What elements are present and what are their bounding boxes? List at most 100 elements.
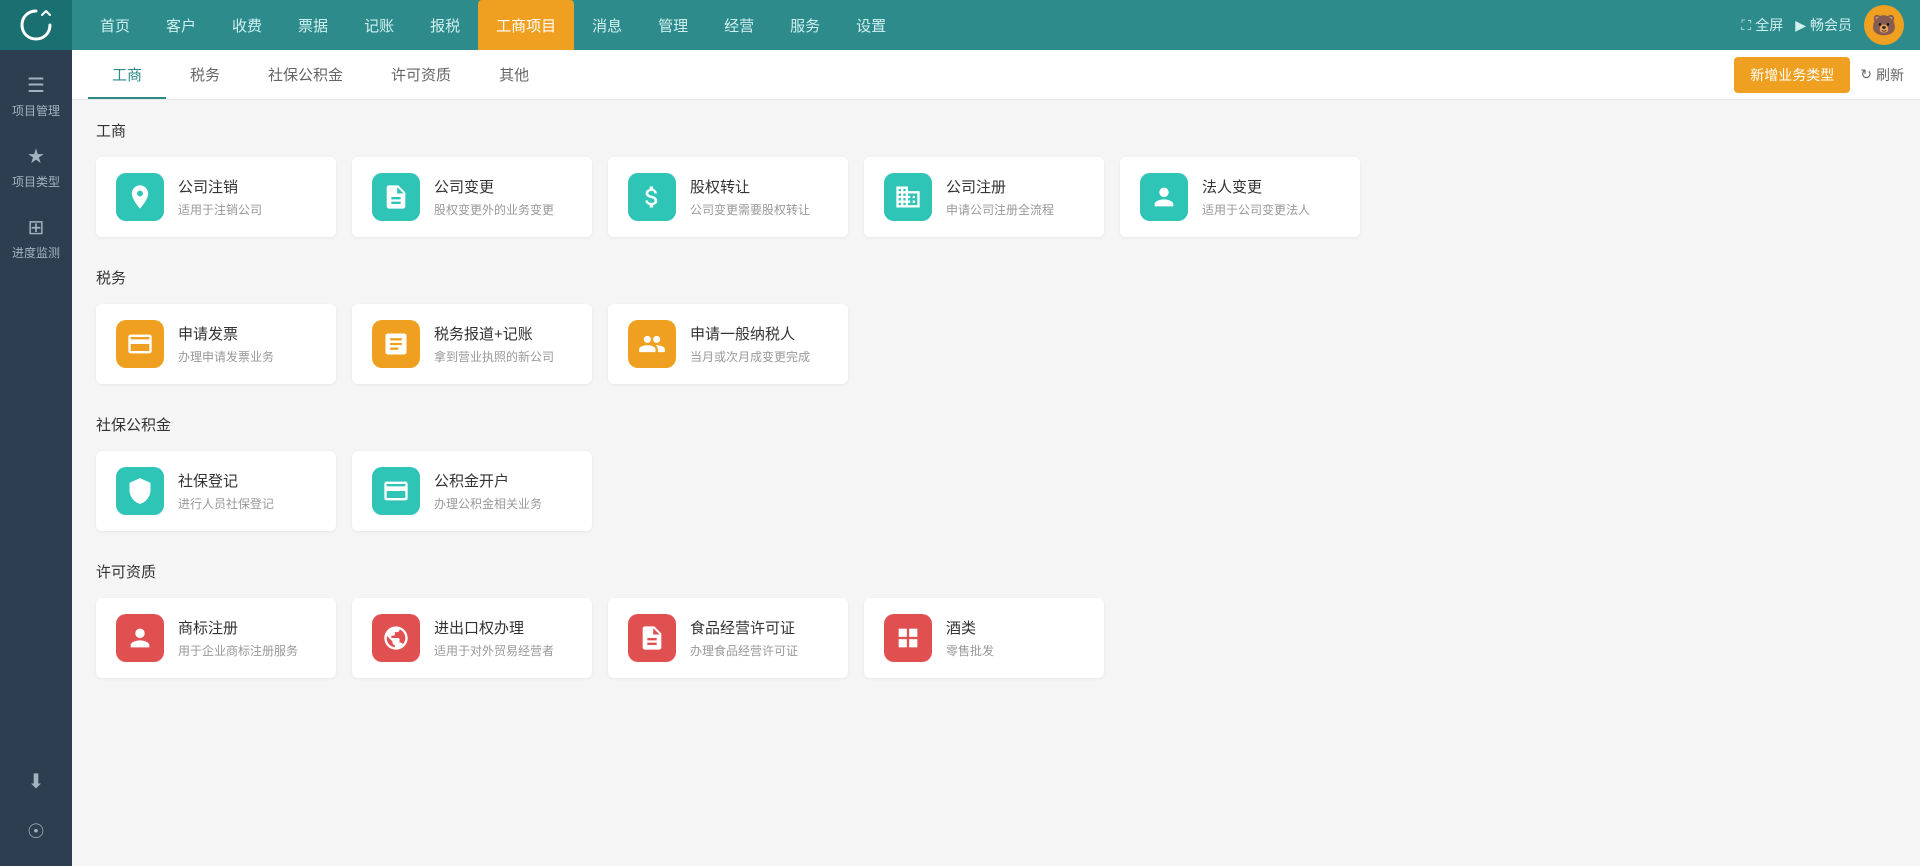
fullscreen-button[interactable]: ⛶ 全屏 <box>1741 15 1783 35</box>
sidebar-icon: ★ <box>23 143 49 169</box>
nav-item-票据[interactable]: 票据 <box>280 0 346 50</box>
section-title: 税务 <box>96 267 1896 288</box>
sidebar-bottom-icon: ☉ <box>23 818 49 844</box>
nav-item-报税[interactable]: 报税 <box>412 0 478 50</box>
card-法人变更[interactable]: 法人变更 适用于公司变更法人 <box>1120 157 1360 237</box>
card-社保登记[interactable]: 社保登记 进行人员社保登记 <box>96 451 336 531</box>
video-icon: ▶ <box>1795 17 1806 34</box>
card-酒类[interactable]: 酒类 零售批发 <box>864 598 1104 678</box>
card-公司注册[interactable]: 公司注册 申请公司注册全流程 <box>864 157 1104 237</box>
tab-税务[interactable]: 税务 <box>166 51 244 99</box>
card-申请发票[interactable]: 申请发票 办理申请发票业务 <box>96 304 336 384</box>
card-股权转让[interactable]: 股权转让 公司变更需要股权转让 <box>608 157 848 237</box>
card-text: 食品经营许可证 办理食品经营许可证 <box>690 617 828 659</box>
card-icon <box>628 320 676 368</box>
tabs-bar: 工商税务社保公积金许可资质其他 新增业务类型 ↻ 刷新 <box>72 50 1920 100</box>
nav-item-工商项目[interactable]: 工商项目 <box>478 0 574 50</box>
card-title: 法人变更 <box>1202 176 1340 197</box>
card-公积金开户[interactable]: 公积金开户 办理公积金相关业务 <box>352 451 592 531</box>
fullscreen-icon: ⛶ <box>1741 17 1751 34</box>
tab-许可资质[interactable]: 许可资质 <box>367 51 475 99</box>
card-text: 社保登记 进行人员社保登记 <box>178 470 316 512</box>
card-icon <box>372 173 420 221</box>
card-text: 申请发票 办理申请发票业务 <box>178 323 316 365</box>
card-icon <box>116 320 164 368</box>
sidebar-item-项目管理[interactable]: ☰项目管理 <box>12 60 60 131</box>
cards-grid: 申请发票 办理申请发票业务 税务报道+记账 拿到营业执照的新公司 申请一般纳税人… <box>96 304 1896 384</box>
nav-item-收费[interactable]: 收费 <box>214 0 280 50</box>
card-desc: 拿到营业执照的新公司 <box>434 348 572 365</box>
card-text: 公司注销 适用于注销公司 <box>178 176 316 218</box>
card-公司注销[interactable]: 公司注销 适用于注销公司 <box>96 157 336 237</box>
sidebar-bottom-item[interactable]: ⬇ <box>0 756 72 806</box>
tab-工商[interactable]: 工商 <box>88 51 166 99</box>
sidebar-bottom-item[interactable]: ☉ <box>0 806 72 856</box>
card-desc: 适用于公司变更法人 <box>1202 201 1340 218</box>
card-公司变更[interactable]: 公司变更 股权变更外的业务变更 <box>352 157 592 237</box>
card-text: 酒类 零售批发 <box>946 617 1084 659</box>
card-icon <box>628 614 676 662</box>
card-desc: 办理公积金相关业务 <box>434 495 572 512</box>
card-title: 食品经营许可证 <box>690 617 828 638</box>
card-desc: 申请公司注册全流程 <box>946 201 1084 218</box>
card-text: 税务报道+记账 拿到营业执照的新公司 <box>434 323 572 365</box>
card-desc: 进行人员社保登记 <box>178 495 316 512</box>
refresh-icon: ↻ <box>1860 66 1872 83</box>
nav-item-首页[interactable]: 首页 <box>82 0 148 50</box>
member-label: 畅会员 <box>1810 15 1852 35</box>
tabs-left: 工商税务社保公积金许可资质其他 <box>88 50 553 99</box>
sidebar-label: 进度监测 <box>12 244 60 261</box>
nav-item-管理[interactable]: 管理 <box>640 0 706 50</box>
scroll-content[interactable]: 工商 公司注销 适用于注销公司 公司变更 股权变更外的业务变更 股权转让 公司变… <box>72 100 1920 866</box>
cards-grid: 商标注册 用于企业商标注册服务 进出口权办理 适用于对外贸易经营者 食品经营许可… <box>96 598 1896 678</box>
card-食品经营许可证[interactable]: 食品经营许可证 办理食品经营许可证 <box>608 598 848 678</box>
card-申请一般纳税人[interactable]: 申请一般纳税人 当月或次月成变更完成 <box>608 304 848 384</box>
card-icon <box>628 173 676 221</box>
card-title: 公司注册 <box>946 176 1084 197</box>
mascot-avatar: 🐻 <box>1864 5 1904 45</box>
card-desc: 办理申请发票业务 <box>178 348 316 365</box>
section-社保公积金: 社保公积金 社保登记 进行人员社保登记 公积金开户 办理公积金相关业务 <box>96 414 1896 531</box>
cards-grid: 公司注销 适用于注销公司 公司变更 股权变更外的业务变更 股权转让 公司变更需要… <box>96 157 1896 237</box>
sidebar-item-进度监测[interactable]: ⊞进度监测 <box>12 202 60 273</box>
refresh-button[interactable]: ↻ 刷新 <box>1860 65 1904 85</box>
card-icon <box>884 614 932 662</box>
nav-item-服务[interactable]: 服务 <box>772 0 838 50</box>
section-title: 工商 <box>96 120 1896 141</box>
nav-menu: 首页客户收费票据记账报税工商项目消息管理经营服务设置 <box>72 0 1741 50</box>
sidebar-bottom: ⬇☉ <box>0 756 72 866</box>
card-税务报道+记账[interactable]: 税务报道+记账 拿到营业执照的新公司 <box>352 304 592 384</box>
card-text: 法人变更 适用于公司变更法人 <box>1202 176 1340 218</box>
nav-item-记账[interactable]: 记账 <box>346 0 412 50</box>
card-text: 公司变更 股权变更外的业务变更 <box>434 176 572 218</box>
card-desc: 公司变更需要股权转让 <box>690 201 828 218</box>
card-进出口权办理[interactable]: 进出口权办理 适用于对外贸易经营者 <box>352 598 592 678</box>
card-desc: 适用于对外贸易经营者 <box>434 642 572 659</box>
card-icon <box>116 173 164 221</box>
sidebar-label: 项目类型 <box>12 173 60 190</box>
card-desc: 股权变更外的业务变更 <box>434 201 572 218</box>
card-text: 公司注册 申请公司注册全流程 <box>946 176 1084 218</box>
refresh-label: 刷新 <box>1876 65 1904 85</box>
tab-其他[interactable]: 其他 <box>475 51 553 99</box>
member-button[interactable]: ▶ 畅会员 <box>1795 15 1852 35</box>
section-税务: 税务 申请发票 办理申请发票业务 税务报道+记账 拿到营业执照的新公司 申请一般… <box>96 267 1896 384</box>
nav-item-经营[interactable]: 经营 <box>706 0 772 50</box>
card-title: 酒类 <box>946 617 1084 638</box>
card-text: 股权转让 公司变更需要股权转让 <box>690 176 828 218</box>
new-type-button[interactable]: 新增业务类型 <box>1734 57 1850 93</box>
sidebar: ☰项目管理★项目类型⊞进度监测 ⬇☉ <box>0 50 72 866</box>
card-icon <box>116 614 164 662</box>
sidebar-item-项目类型[interactable]: ★ 项目类型 <box>12 131 60 202</box>
card-desc: 办理食品经营许可证 <box>690 642 828 659</box>
card-title: 公司变更 <box>434 176 572 197</box>
card-icon <box>116 467 164 515</box>
card-desc: 零售批发 <box>946 642 1084 659</box>
card-商标注册[interactable]: 商标注册 用于企业商标注册服务 <box>96 598 336 678</box>
nav-item-消息[interactable]: 消息 <box>574 0 640 50</box>
tab-社保公积金[interactable]: 社保公积金 <box>244 51 367 99</box>
nav-item-客户[interactable]: 客户 <box>148 0 214 50</box>
content-area: 工商税务社保公积金许可资质其他 新增业务类型 ↻ 刷新 工商 公司注销 适用于注… <box>72 50 1920 866</box>
nav-item-设置[interactable]: 设置 <box>838 0 904 50</box>
card-icon <box>372 320 420 368</box>
